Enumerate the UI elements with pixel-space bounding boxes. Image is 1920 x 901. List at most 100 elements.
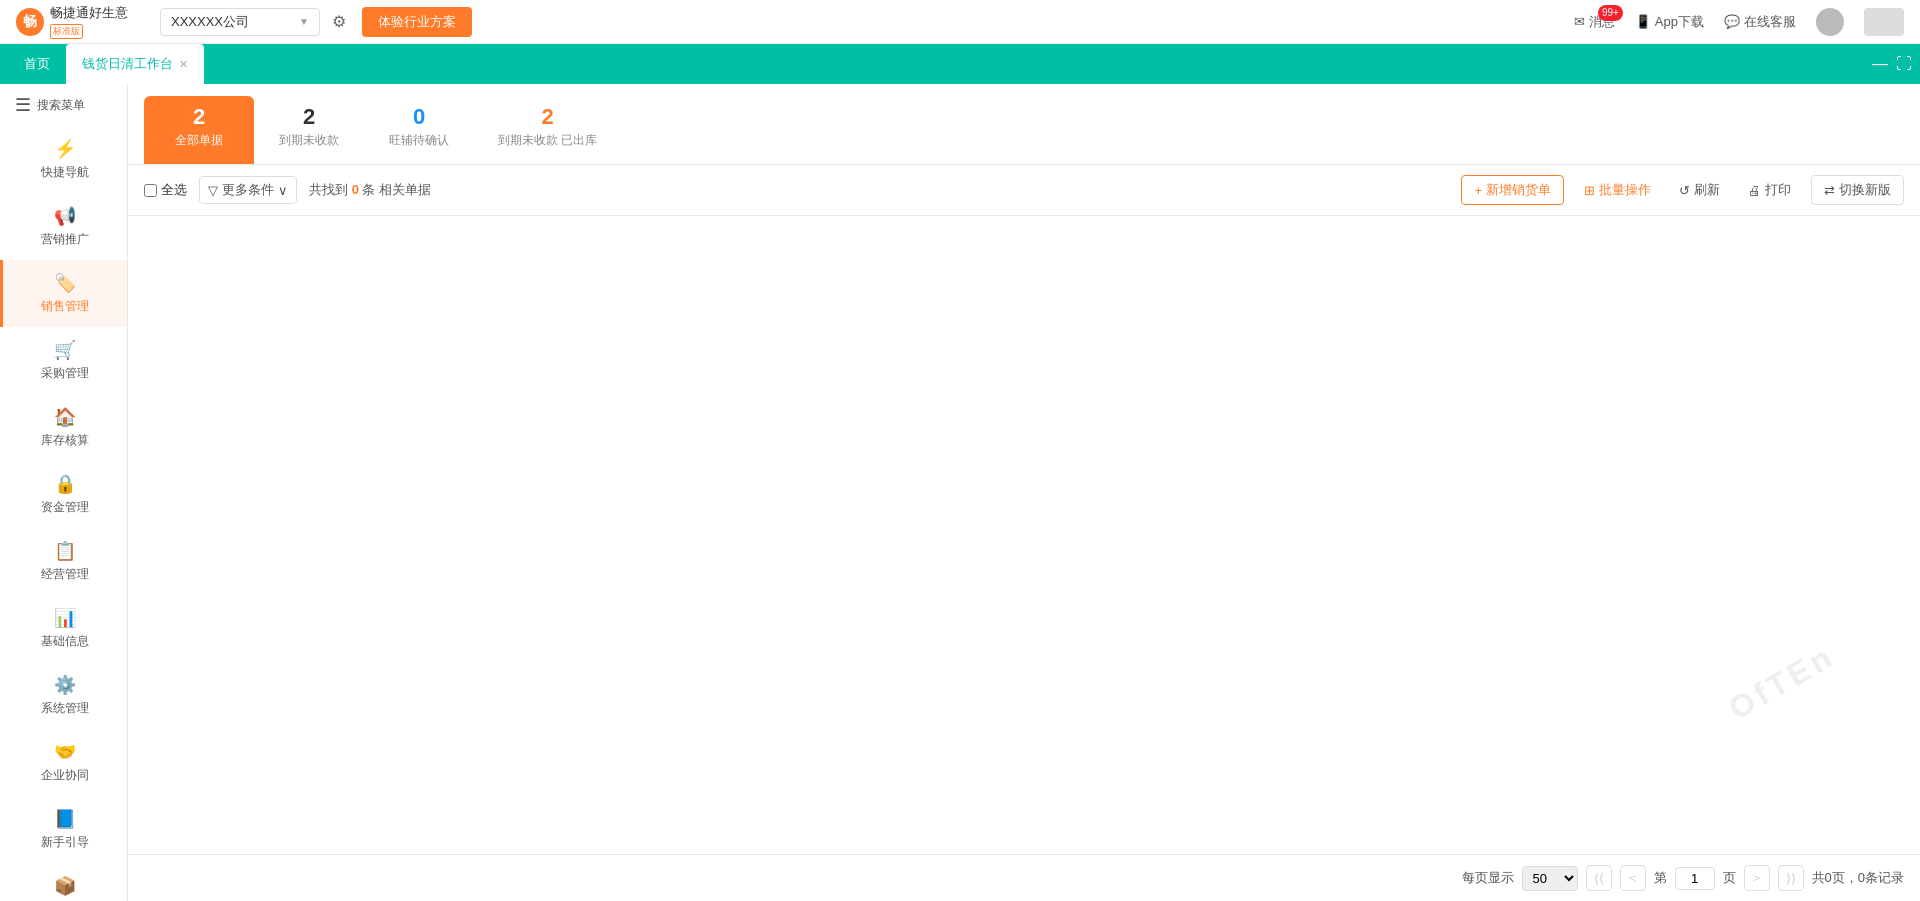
operations-icon: 📋 bbox=[54, 540, 76, 562]
nav-tabs: 首页 钱货日清工作台 ✕ — ⛶ bbox=[0, 44, 1920, 84]
refresh-button[interactable]: ↺ 刷新 bbox=[1671, 177, 1728, 203]
collab-icon: 🤝 bbox=[54, 741, 76, 763]
logo-text-block: 畅捷通好生意 标准版 bbox=[50, 4, 128, 39]
tab-workbench[interactable]: 钱货日清工作台 ✕ bbox=[66, 44, 204, 84]
filter-icon: ▽ bbox=[208, 183, 218, 198]
refresh-label: 刷新 bbox=[1694, 181, 1720, 199]
print-button[interactable]: 🖨 打印 bbox=[1740, 177, 1799, 203]
per-page-label: 每页显示 bbox=[1462, 869, 1514, 887]
tab-home-label: 首页 bbox=[24, 55, 50, 73]
purchase-icon: 🛒 bbox=[54, 339, 76, 361]
stat-num-overdue: 2 bbox=[303, 104, 315, 130]
add-btn-label: 新增销货单 bbox=[1486, 181, 1551, 199]
sidebar-item-guide[interactable]: 📘 新手引导 bbox=[0, 796, 127, 863]
logo-icon: 畅 bbox=[16, 8, 44, 36]
stat-num-shipped: 2 bbox=[542, 104, 554, 130]
online-service-icon: 💬 bbox=[1724, 14, 1740, 29]
page-unit: 页 bbox=[1723, 869, 1736, 887]
stat-tab-pending[interactable]: 0 旺辅待确认 bbox=[364, 96, 474, 164]
first-page-button[interactable]: ⟨⟨ bbox=[1586, 865, 1612, 891]
sidebar-item-appstore[interactable]: 📦 应用中心 bbox=[0, 863, 127, 901]
sidebar-item-inventory[interactable]: 🏠 库存核算 bbox=[0, 394, 127, 461]
system-icon: ⚙️ bbox=[54, 674, 76, 696]
add-icon: + bbox=[1474, 183, 1482, 198]
tab-workbench-close[interactable]: ✕ bbox=[179, 58, 188, 71]
filter-button[interactable]: ▽ 更多条件 ∨ bbox=[199, 176, 297, 204]
stat-label-pending: 旺辅待确认 bbox=[389, 132, 449, 149]
page-label: 第 bbox=[1654, 869, 1667, 887]
batch-label: 批量操作 bbox=[1599, 181, 1651, 199]
sidebar-item-system[interactable]: ⚙️ 系统管理 bbox=[0, 662, 127, 729]
refresh-icon: ↺ bbox=[1679, 183, 1690, 198]
print-label: 打印 bbox=[1765, 181, 1791, 199]
tab-workbench-label: 钱货日清工作台 bbox=[82, 55, 173, 73]
message-badge: 99+ bbox=[1598, 5, 1623, 21]
page-number-input[interactable] bbox=[1675, 867, 1715, 890]
content-area: 2 全部单据 2 到期未收款 0 旺辅待确认 2 到期未收款 已出库 全选 bbox=[128, 84, 1920, 901]
company-selector[interactable]: XXXXXX公司 ▼ bbox=[160, 8, 320, 36]
sidebar-sales-label: 销售管理 bbox=[41, 298, 89, 315]
per-page-select[interactable]: 50 20 100 bbox=[1522, 866, 1578, 891]
app-download-button[interactable]: 📱 App下载 bbox=[1635, 13, 1704, 31]
message-button[interactable]: ✉ 消息 99+ bbox=[1574, 13, 1615, 31]
select-all-checkbox[interactable]: 全选 bbox=[144, 181, 187, 199]
logo-badge: 标准版 bbox=[50, 24, 83, 39]
stat-tab-overdue[interactable]: 2 到期未收款 bbox=[254, 96, 364, 164]
sidebar-basic-info-label: 基础信息 bbox=[41, 633, 89, 650]
sidebar-item-search[interactable]: ☰ 搜索菜单 bbox=[0, 84, 127, 126]
sidebar-item-marketing[interactable]: 📢 营销推广 bbox=[0, 193, 127, 260]
sidebar-item-basic-info[interactable]: 📊 基础信息 bbox=[0, 595, 127, 662]
nav-right-controls: — ⛶ bbox=[1872, 55, 1912, 73]
sidebar-item-sales[interactable]: 🏷️ 销售管理 bbox=[0, 260, 127, 327]
sales-icon: 🏷️ bbox=[54, 272, 76, 294]
sidebar-item-quicknav[interactable]: ⚡ 快捷导航 bbox=[0, 126, 127, 193]
appstore-icon: 📦 bbox=[54, 875, 76, 897]
sidebar-finance-label: 资金管理 bbox=[41, 499, 89, 516]
settings-icon[interactable]: ⚙ bbox=[332, 12, 346, 31]
sidebar-item-collab[interactable]: 🤝 企业协同 bbox=[0, 729, 127, 796]
stat-tab-all[interactable]: 2 全部单据 bbox=[144, 96, 254, 164]
top-bar: 畅 畅捷通好生意 标准版 XXXXXX公司 ▼ ⚙ 体验行业方案 ✉ 消息 99… bbox=[0, 0, 1920, 44]
stats-tabs: 2 全部单据 2 到期未收款 0 旺辅待确认 2 到期未收款 已出库 bbox=[128, 84, 1920, 165]
print-icon: 🖨 bbox=[1748, 183, 1761, 198]
minimize-icon[interactable]: — bbox=[1872, 55, 1888, 73]
batch-operation-button[interactable]: ⊞ 批量操作 bbox=[1576, 177, 1659, 203]
logo-title: 畅捷通好生意 bbox=[50, 4, 128, 22]
sidebar-search-label: 搜索菜单 bbox=[37, 97, 85, 114]
next-page-button[interactable]: ＞ bbox=[1744, 865, 1770, 891]
toolbar-right: + 新增销货单 ⊞ 批量操作 ↺ 刷新 🖨 打印 ⇄ 切换新版 bbox=[1461, 175, 1904, 205]
sidebar-guide-label: 新手引导 bbox=[41, 834, 89, 851]
last-page-button[interactable]: ⟩⟩ bbox=[1778, 865, 1804, 891]
empty-table-area bbox=[128, 216, 1920, 854]
add-sale-button[interactable]: + 新增销货单 bbox=[1461, 175, 1564, 205]
app-download-label: App下载 bbox=[1655, 13, 1704, 31]
sidebar-item-operations[interactable]: 📋 经营管理 bbox=[0, 528, 127, 595]
marketing-icon: 📢 bbox=[54, 205, 76, 227]
stat-num-pending: 0 bbox=[413, 104, 425, 130]
sidebar-item-purchase[interactable]: 🛒 采购管理 bbox=[0, 327, 127, 394]
pagination: 每页显示 50 20 100 ⟨⟨ ＜ 第 页 ＞ ⟩⟩ 共0页，0条记录 bbox=[128, 854, 1920, 901]
online-service-label: 在线客服 bbox=[1744, 13, 1796, 31]
total-label: 共0页，0条记录 bbox=[1812, 869, 1904, 887]
logo: 畅 畅捷通好生意 标准版 bbox=[16, 4, 144, 39]
user-dropdown[interactable] bbox=[1864, 8, 1904, 36]
sidebar-inventory-label: 库存核算 bbox=[41, 432, 89, 449]
message-icon: ✉ bbox=[1574, 14, 1585, 29]
search-icon: ☰ bbox=[15, 94, 31, 116]
switch-version-button[interactable]: ⇄ 切换新版 bbox=[1811, 175, 1904, 205]
online-service-button[interactable]: 💬 在线客服 bbox=[1724, 13, 1796, 31]
avatar-image bbox=[1816, 8, 1844, 36]
tab-home[interactable]: 首页 bbox=[8, 44, 66, 84]
avatar[interactable] bbox=[1816, 8, 1844, 36]
toolbar-left: 全选 ▽ 更多条件 ∨ 共找到 0 条 相关单据 bbox=[144, 176, 1449, 204]
inventory-icon: 🏠 bbox=[54, 406, 76, 428]
prev-page-button[interactable]: ＜ bbox=[1620, 865, 1646, 891]
trial-button[interactable]: 体验行业方案 bbox=[362, 7, 472, 37]
top-bar-right: ✉ 消息 99+ 📱 App下载 💬 在线客服 bbox=[1574, 8, 1904, 36]
app-download-icon: 📱 bbox=[1635, 14, 1651, 29]
sidebar-system-label: 系统管理 bbox=[41, 700, 89, 717]
sidebar-item-finance[interactable]: 🔒 资金管理 bbox=[0, 461, 127, 528]
stat-tab-shipped[interactable]: 2 到期未收款 已出库 bbox=[474, 96, 621, 164]
select-all-input[interactable] bbox=[144, 184, 157, 197]
maximize-icon[interactable]: ⛶ bbox=[1896, 55, 1912, 73]
